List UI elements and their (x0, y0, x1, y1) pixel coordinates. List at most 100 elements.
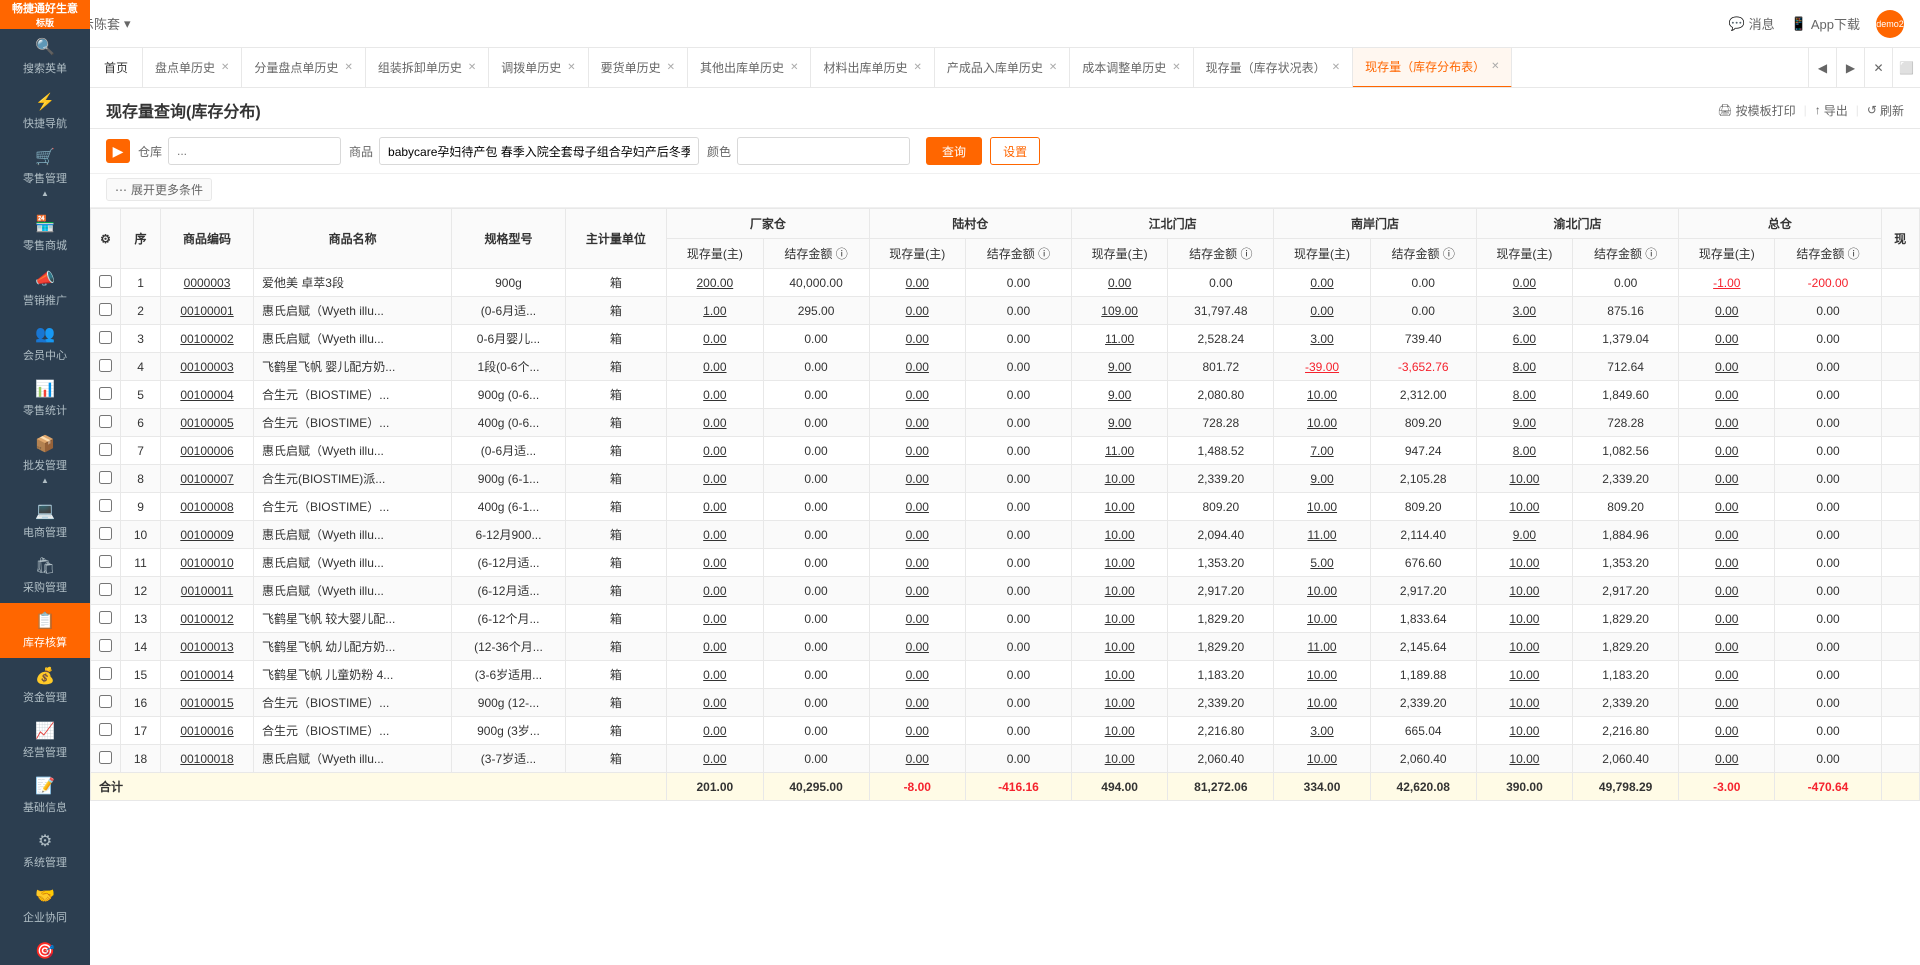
row-jb-qty[interactable]: 0.00 (1071, 269, 1167, 297)
tab-材料出库单历史[interactable]: 材料出库单历史✕ (811, 48, 934, 88)
row-lc-qty[interactable]: 0.00 (869, 661, 965, 689)
row-checkbox[interactable] (91, 409, 121, 437)
tab-成本调整单历史[interactable]: 成本调整单历史✕ (1070, 48, 1193, 88)
row-code[interactable]: 00100007 (161, 465, 254, 493)
tab-组装拆卸单历史[interactable]: 组装拆卸单历史✕ (366, 48, 489, 88)
row-jb-qty[interactable]: 10.00 (1071, 717, 1167, 745)
row-lc-qty[interactable]: 0.00 (869, 381, 965, 409)
row-ck-qty[interactable]: 0.00 (667, 437, 763, 465)
sidebar-item-会员中心[interactable]: 👥会员中心 (0, 316, 90, 371)
row-code[interactable]: 00100006 (161, 437, 254, 465)
sidebar-item-零售管理[interactable]: 🛒零售管理▲ (0, 139, 90, 206)
row-checkbox[interactable] (91, 269, 121, 297)
row-jb-qty[interactable]: 10.00 (1071, 745, 1167, 773)
row-yb-qty[interactable]: 10.00 (1476, 549, 1572, 577)
row-na-qty[interactable]: 3.00 (1274, 717, 1370, 745)
row-zc-qty[interactable]: 0.00 (1679, 465, 1775, 493)
row-na-qty[interactable]: 10.00 (1274, 409, 1370, 437)
row-na-qty[interactable]: 10.00 (1274, 661, 1370, 689)
row-jb-qty[interactable]: 10.00 (1071, 493, 1167, 521)
row-jb-qty[interactable]: 9.00 (1071, 381, 1167, 409)
expand-more-button[interactable]: ⋯ 展开更多条件 (106, 178, 212, 201)
row-ck-qty[interactable]: 0.00 (667, 465, 763, 493)
row-checkbox[interactable] (91, 717, 121, 745)
row-na-qty[interactable]: 11.00 (1274, 633, 1370, 661)
row-checkbox[interactable] (91, 353, 121, 381)
row-na-qty[interactable]: 10.00 (1274, 577, 1370, 605)
row-zc-qty[interactable]: -1.00 (1679, 269, 1775, 297)
row-na-qty[interactable]: 3.00 (1274, 325, 1370, 353)
row-lc-qty[interactable]: 0.00 (869, 465, 965, 493)
row-jb-qty[interactable]: 10.00 (1071, 633, 1167, 661)
row-yb-qty[interactable]: 10.00 (1476, 689, 1572, 717)
tab-产成品入库单历史[interactable]: 产成品入库单历史✕ (935, 48, 1070, 88)
row-ck-qty[interactable]: 0.00 (667, 549, 763, 577)
sidebar-item-库存核算[interactable]: 📋库存核算 (0, 603, 90, 658)
row-checkbox[interactable] (91, 605, 121, 633)
row-jb-qty[interactable]: 11.00 (1071, 437, 1167, 465)
row-yb-qty[interactable]: 0.00 (1476, 269, 1572, 297)
sidebar-item-经营管理[interactable]: 📈经营管理 (0, 713, 90, 768)
row-yb-qty[interactable]: 8.00 (1476, 381, 1572, 409)
message-button[interactable]: 💬 消息 (1728, 14, 1774, 33)
row-lc-qty[interactable]: 0.00 (869, 549, 965, 577)
row-ck-qty[interactable]: 0.00 (667, 633, 763, 661)
user-menu[interactable]: demo2 (1876, 10, 1904, 38)
sidebar-item-新手引导[interactable]: 🎯新手引导 (0, 933, 90, 965)
row-checkbox[interactable] (91, 745, 121, 773)
sidebar-item-批发管理[interactable]: 📦批发管理▲ (0, 426, 90, 493)
row-checkbox[interactable] (91, 577, 121, 605)
color-input[interactable] (737, 137, 910, 165)
row-jb-qty[interactable]: 10.00 (1071, 521, 1167, 549)
row-ck-qty[interactable]: 1.00 (667, 297, 763, 325)
row-lc-qty[interactable]: 0.00 (869, 717, 965, 745)
tab-close-icon[interactable]: ✕ (790, 62, 798, 73)
row-yb-qty[interactable]: 10.00 (1476, 661, 1572, 689)
row-lc-qty[interactable]: 0.00 (869, 493, 965, 521)
row-ck-qty[interactable]: 0.00 (667, 717, 763, 745)
row-code[interactable]: 0000003 (161, 269, 254, 297)
sidebar-item-零售商城[interactable]: 🏪零售商城 (0, 206, 90, 261)
row-na-qty[interactable]: 10.00 (1274, 745, 1370, 773)
row-code[interactable]: 00100004 (161, 381, 254, 409)
row-zc-qty[interactable]: 0.00 (1679, 409, 1775, 437)
row-lc-qty[interactable]: 0.00 (869, 297, 965, 325)
row-zc-qty[interactable]: 0.00 (1679, 493, 1775, 521)
row-code[interactable]: 00100009 (161, 521, 254, 549)
tab-要货单历史[interactable]: 要货单历史✕ (589, 48, 688, 88)
row-ck-qty[interactable]: 0.00 (667, 745, 763, 773)
app-download-button[interactable]: 📱 App下载 (1791, 14, 1860, 33)
row-code[interactable]: 00100014 (161, 661, 254, 689)
col-settings-th[interactable]: ⚙ (91, 209, 121, 269)
row-na-qty[interactable]: 0.00 (1274, 297, 1370, 325)
tab-close-icon[interactable]: ✕ (344, 62, 352, 73)
sidebar-item-营销推广[interactable]: 📣营销推广 (0, 261, 90, 316)
row-zc-qty[interactable]: 0.00 (1679, 521, 1775, 549)
sidebar-item-基础信息[interactable]: 📝基础信息 (0, 768, 90, 823)
row-na-qty[interactable]: 9.00 (1274, 465, 1370, 493)
row-yb-qty[interactable]: 9.00 (1476, 409, 1572, 437)
row-checkbox[interactable] (91, 493, 121, 521)
row-checkbox[interactable] (91, 633, 121, 661)
row-yb-qty[interactable]: 10.00 (1476, 493, 1572, 521)
row-code[interactable]: 00100001 (161, 297, 254, 325)
tab-close-icon[interactable]: ✕ (1049, 62, 1057, 73)
row-na-qty[interactable]: 11.00 (1274, 521, 1370, 549)
row-zc-qty[interactable]: 0.00 (1679, 577, 1775, 605)
tab-close-icon[interactable]: ✕ (1172, 62, 1180, 73)
row-zc-qty[interactable]: 0.00 (1679, 717, 1775, 745)
row-ck-qty[interactable]: 0.00 (667, 325, 763, 353)
row-jb-qty[interactable]: 9.00 (1071, 409, 1167, 437)
row-ck-qty[interactable]: 0.00 (667, 409, 763, 437)
row-ck-qty[interactable]: 0.00 (667, 577, 763, 605)
row-code[interactable]: 00100008 (161, 493, 254, 521)
row-code[interactable]: 00100005 (161, 409, 254, 437)
row-checkbox[interactable] (91, 689, 121, 717)
row-jb-qty[interactable]: 10.00 (1071, 661, 1167, 689)
row-code[interactable]: 00100012 (161, 605, 254, 633)
sidebar-item-系统管理[interactable]: ⚙系统管理 (0, 823, 90, 878)
row-jb-qty[interactable]: 10.00 (1071, 577, 1167, 605)
row-ck-qty[interactable]: 0.00 (667, 381, 763, 409)
row-zc-qty[interactable]: 0.00 (1679, 297, 1775, 325)
row-code[interactable]: 00100003 (161, 353, 254, 381)
